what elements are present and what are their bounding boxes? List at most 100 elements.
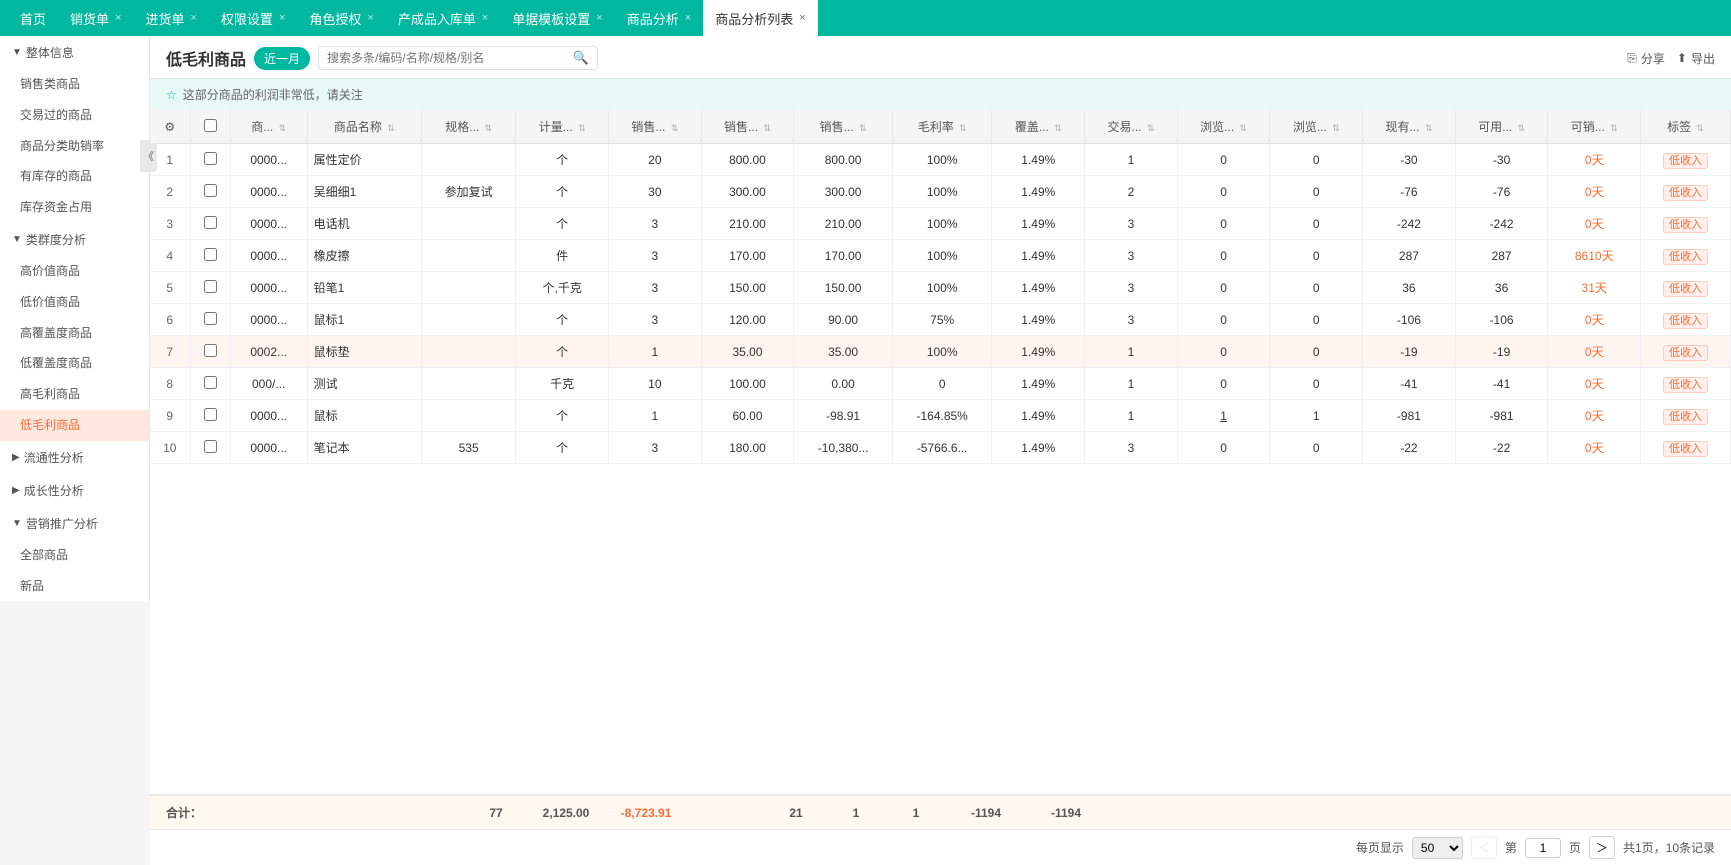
- td-checkbox[interactable]: [190, 240, 230, 272]
- footer-browse1: 1: [826, 806, 886, 820]
- td-gross-rate: 100%: [892, 176, 992, 208]
- th-browse1[interactable]: 浏览... ⇅: [1177, 110, 1270, 144]
- close-icon[interactable]: ×: [115, 12, 121, 24]
- close-icon[interactable]: ×: [190, 12, 196, 24]
- sidebar-group-cluster[interactable]: ▼ 类群度分析: [0, 223, 149, 256]
- th-sellable[interactable]: 可销... ⇅: [1548, 110, 1641, 144]
- nav-sales-order[interactable]: 销货单 ×: [58, 0, 133, 36]
- td-checkbox[interactable]: [190, 144, 230, 176]
- row-checkbox[interactable]: [204, 344, 217, 357]
- nav-template-settings[interactable]: 单据模板设置 ×: [500, 0, 614, 36]
- sidebar-item-high-value[interactable]: 高价值商品: [0, 256, 149, 287]
- sidebar-item-high-coverage[interactable]: 高覆盖度商品: [0, 318, 149, 349]
- td-checkbox[interactable]: [190, 368, 230, 400]
- sidebar-collapse-button[interactable]: 《: [140, 140, 157, 172]
- nav-home[interactable]: 首页: [8, 0, 58, 36]
- row-checkbox[interactable]: [204, 376, 217, 389]
- search-input[interactable]: [327, 51, 573, 65]
- th-unit[interactable]: 计量... ⇅: [516, 110, 609, 144]
- sidebar-item-low-coverage[interactable]: 低覆盖度商品: [0, 348, 149, 379]
- td-checkbox[interactable]: [190, 400, 230, 432]
- select-all-checkbox[interactable]: [204, 119, 217, 132]
- td-checkbox[interactable]: [190, 208, 230, 240]
- th-sales-price[interactable]: 销售... ⇅: [701, 110, 794, 144]
- page-label: 第: [1505, 839, 1517, 856]
- row-checkbox[interactable]: [204, 280, 217, 293]
- td-name: 吴细细1: [307, 176, 421, 208]
- sidebar-group-marketing[interactable]: ▼ 营销推广分析: [0, 507, 149, 540]
- browse-link[interactable]: 1: [1220, 409, 1227, 423]
- page-size-select[interactable]: 50 100 200: [1412, 837, 1463, 859]
- sidebar-item-category-rate[interactable]: 商品分类助销率: [0, 131, 149, 162]
- share-button[interactable]: ⎘ 分享: [1627, 50, 1665, 67]
- td-checkbox[interactable]: [190, 176, 230, 208]
- td-row-num: 3: [150, 208, 190, 240]
- nav-role-auth[interactable]: 角色授权 ×: [297, 0, 385, 36]
- sidebar-item-stocked-goods[interactable]: 有库存的商品: [0, 161, 149, 192]
- th-spec[interactable]: 规格... ⇅: [421, 110, 515, 144]
- sidebar-item-low-value[interactable]: 低价值商品: [0, 287, 149, 318]
- close-icon[interactable]: ×: [799, 12, 805, 24]
- td-sales-amount: 35.00: [794, 336, 893, 368]
- th-current-stock[interactable]: 现有... ⇅: [1363, 110, 1456, 144]
- sidebar-item-stock-capital[interactable]: 库存资金占用: [0, 192, 149, 223]
- close-icon[interactable]: ×: [482, 12, 488, 24]
- th-tag[interactable]: 标签 ⇅: [1641, 110, 1731, 144]
- td-unit: 个: [516, 208, 609, 240]
- td-coverage: 1.49%: [992, 432, 1085, 464]
- td-tag: 低收入: [1641, 176, 1731, 208]
- td-checkbox[interactable]: [190, 304, 230, 336]
- th-sales-amount[interactable]: 销售... ⇅: [794, 110, 893, 144]
- sidebar-item-sales-goods[interactable]: 销售类商品: [0, 69, 149, 100]
- th-name[interactable]: 商品名称 ⇅: [307, 110, 421, 144]
- export-button[interactable]: ⬆ 导出: [1677, 50, 1715, 67]
- sidebar-group-growth[interactable]: ▶ 成长性分析: [0, 474, 149, 507]
- th-coverage[interactable]: 覆盖... ⇅: [992, 110, 1085, 144]
- th-gross-rate[interactable]: 毛利率 ⇅: [892, 110, 992, 144]
- close-icon[interactable]: ×: [596, 12, 602, 24]
- td-checkbox[interactable]: [190, 336, 230, 368]
- sidebar-item-low-margin[interactable]: 低毛利商品: [0, 410, 149, 441]
- nav-product-inbound[interactable]: 产成品入库单 ×: [386, 0, 500, 36]
- sidebar-group-liquidity[interactable]: ▶ 流通性分析: [0, 441, 149, 474]
- th-trade[interactable]: 交易... ⇅: [1085, 110, 1178, 144]
- row-checkbox[interactable]: [204, 248, 217, 261]
- td-checkbox[interactable]: [190, 272, 230, 304]
- td-sales-price: 100.00: [701, 368, 794, 400]
- th-code[interactable]: 商... ⇅: [230, 110, 307, 144]
- td-tag: 低收入: [1641, 144, 1731, 176]
- nav-product-analysis-list[interactable]: 商品分析列表 ×: [703, 0, 817, 36]
- close-icon[interactable]: ×: [279, 12, 285, 24]
- th-settings[interactable]: ⚙: [150, 110, 190, 144]
- close-icon[interactable]: ×: [367, 12, 373, 24]
- nav-permission[interactable]: 权限设置 ×: [209, 0, 297, 36]
- row-checkbox[interactable]: [204, 216, 217, 229]
- td-tag: 低收入: [1641, 368, 1731, 400]
- td-spec: [421, 336, 515, 368]
- td-checkbox[interactable]: [190, 432, 230, 464]
- nav-purchase-order[interactable]: 进货单 ×: [133, 0, 208, 36]
- row-checkbox[interactable]: [204, 152, 217, 165]
- th-available-stock[interactable]: 可用... ⇅: [1455, 110, 1548, 144]
- row-checkbox[interactable]: [204, 440, 217, 453]
- td-trade: 3: [1085, 272, 1178, 304]
- sidebar-group-overall[interactable]: ▼ 整体信息: [0, 36, 149, 69]
- sidebar-item-new-goods[interactable]: 新品: [0, 571, 149, 602]
- th-sales-qty[interactable]: 销售... ⇅: [609, 110, 702, 144]
- td-gross-rate: -164.85%: [892, 400, 992, 432]
- close-icon[interactable]: ×: [685, 12, 691, 24]
- td-spec: 535: [421, 432, 515, 464]
- row-checkbox[interactable]: [204, 184, 217, 197]
- filter-recent-month-button[interactable]: 近一月: [254, 47, 310, 70]
- row-checkbox[interactable]: [204, 408, 217, 421]
- prev-page-button[interactable]: ＜: [1471, 836, 1497, 859]
- page-number-input[interactable]: [1525, 838, 1561, 858]
- sidebar-item-high-margin[interactable]: 高毛利商品: [0, 379, 149, 410]
- sidebar-item-traded-goods[interactable]: 交易过的商品: [0, 100, 149, 131]
- td-browse2: 0: [1270, 272, 1363, 304]
- next-page-button[interactable]: ＞: [1589, 836, 1615, 859]
- th-browse2[interactable]: 浏览... ⇅: [1270, 110, 1363, 144]
- nav-product-analysis[interactable]: 商品分析 ×: [615, 0, 703, 36]
- row-checkbox[interactable]: [204, 312, 217, 325]
- sidebar-item-all-goods[interactable]: 全部商品: [0, 540, 149, 571]
